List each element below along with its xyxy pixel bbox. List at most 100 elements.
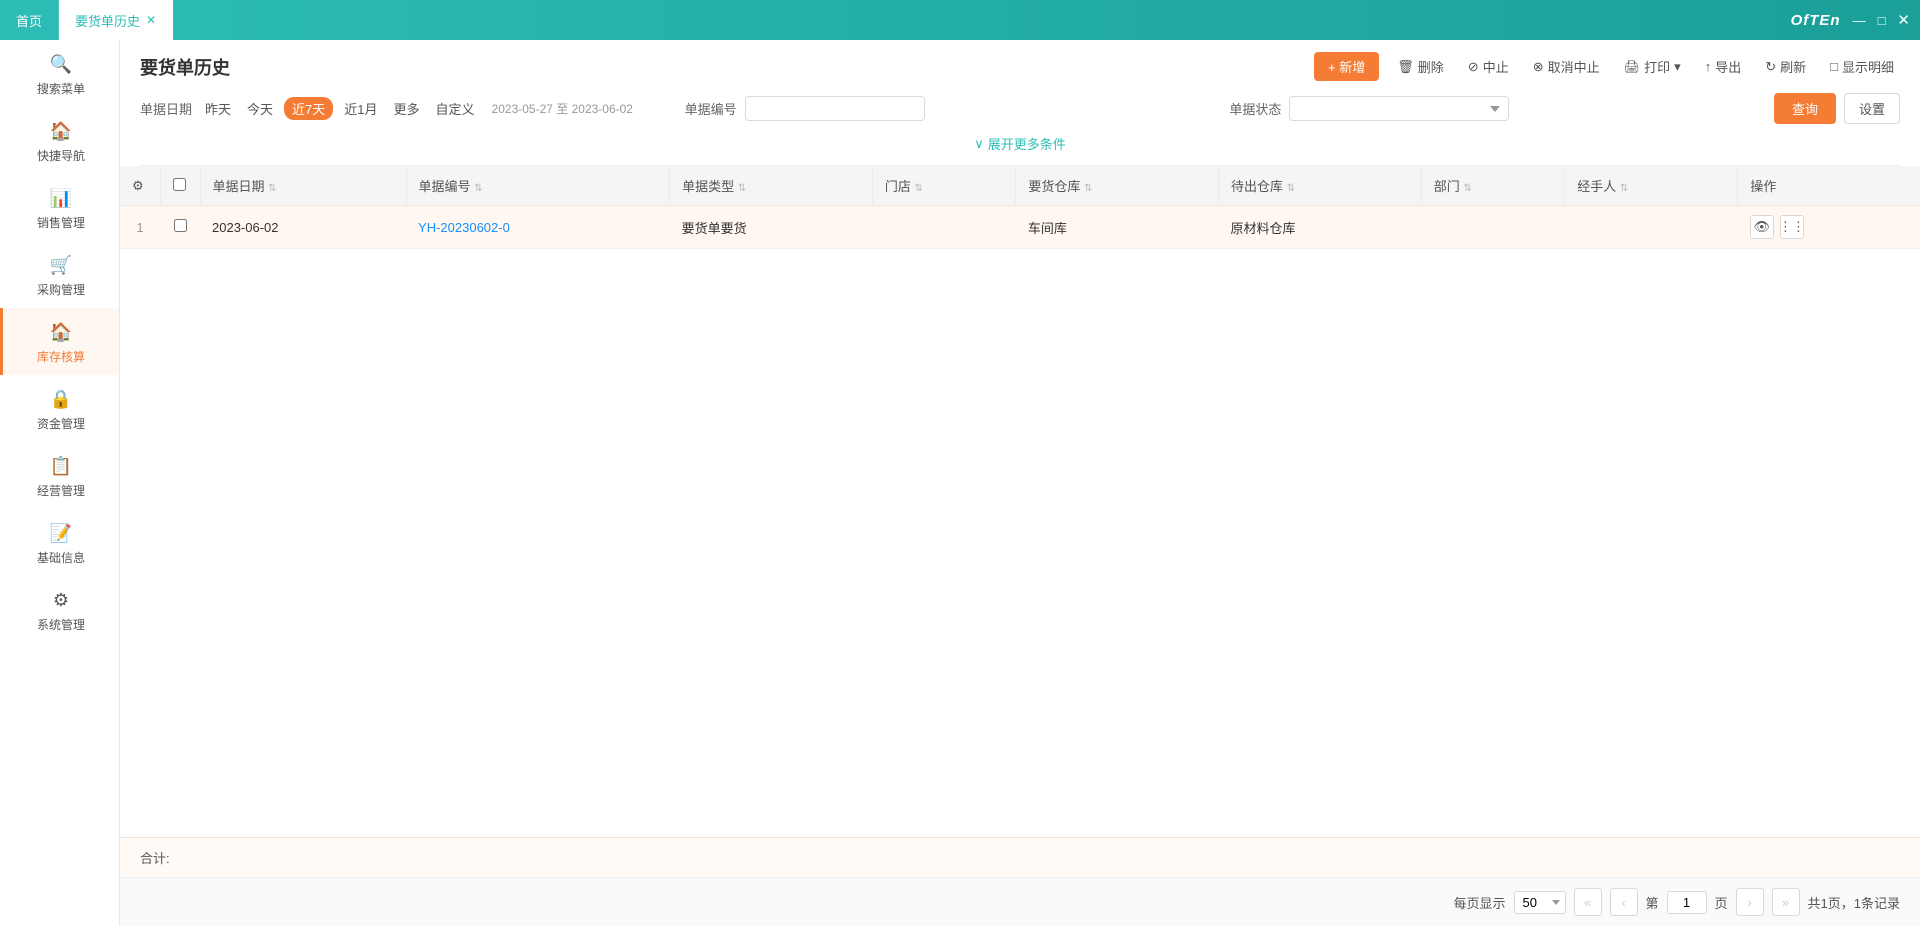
sidebar-item-label-operations: 经营管理 [37, 482, 85, 499]
table-header: ⚙ 单据日期 ⇅ 单据编号 ⇅ 单据类型 ⇅ [120, 166, 1920, 206]
date-opt-today[interactable]: 今天 [242, 97, 278, 120]
maximize-icon[interactable]: □ [1878, 13, 1886, 28]
bill-number-link[interactable]: YH-20230602-0 [418, 220, 510, 235]
prev-page-btn[interactable]: ‹ [1610, 888, 1638, 916]
row-checkbox[interactable] [174, 219, 187, 232]
th-type[interactable]: 单据类型 ⇅ [670, 166, 873, 206]
bill-number-input[interactable] [745, 96, 925, 121]
refresh-icon: ↻ [1765, 59, 1776, 75]
th-department[interactable]: 部门 ⇅ [1421, 166, 1565, 206]
expand-more-button[interactable]: ∨ 展开更多条件 [140, 134, 1900, 153]
table-row[interactable]: 1 2023-06-02 YH-20230602-0 要货单要货 车间库 原材料… [120, 206, 1920, 249]
th-date-sort-icon: ⇅ [268, 183, 276, 194]
filter-row-1: 单据日期 昨天 今天 近7天 近1月 更多 自定义 2023-05-27 至 2… [140, 93, 1900, 124]
finance-icon: 🔒 [50, 389, 72, 410]
td-store [872, 206, 1016, 249]
th-handler[interactable]: 经手人 ⇅ [1565, 166, 1738, 206]
brand-label: OfTEn [1791, 12, 1841, 29]
cancel-stop-button[interactable]: ⊗ 取消中止 [1527, 53, 1606, 80]
delete-icon: 🗑 [1397, 59, 1414, 75]
th-pending-warehouse-label: 待出仓库 [1231, 179, 1283, 194]
print-button[interactable]: 🖨 打印 ▾ [1618, 53, 1687, 80]
sidebar-item-search-menu[interactable]: 🔍 搜索菜单 [0, 40, 119, 107]
sidebar-item-label-basic-info: 基础信息 [37, 549, 85, 566]
show-detail-button[interactable]: □ 显示明细 [1824, 53, 1900, 80]
bill-status-label: 单据状态 [1229, 99, 1281, 118]
stop-icon: ⊘ [1468, 59, 1479, 75]
date-opt-more[interactable]: 更多 [389, 97, 425, 120]
th-date[interactable]: 单据日期 ⇅ [200, 166, 406, 206]
settings-button[interactable]: 设置 [1844, 93, 1900, 124]
td-handler [1565, 206, 1738, 249]
td-index: 1 [120, 206, 160, 249]
date-opt-yesterday[interactable]: 昨天 [200, 97, 236, 120]
stop-button[interactable]: ⊘ 中止 [1462, 53, 1515, 80]
sidebar-item-sales[interactable]: 📊 销售管理 [0, 174, 119, 241]
summary-row: 合计: [120, 837, 1920, 877]
search-menu-icon: 🔍 [50, 54, 72, 75]
table-body: 1 2023-06-02 YH-20230602-0 要货单要货 车间库 原材料… [120, 206, 1920, 249]
cancel-stop-icon: ⊗ [1533, 59, 1544, 75]
first-page-btn[interactable]: « [1574, 888, 1602, 916]
sidebar-item-label-sales: 销售管理 [37, 214, 85, 231]
page-suffix: 页 [1715, 893, 1728, 912]
add-button[interactable]: + 新增 [1314, 52, 1379, 81]
page-header: 要货单历史 + 新增 🗑 删除 ⊘ 中止 ⊗ 取消中止 [120, 40, 1920, 166]
refresh-button-label: 刷新 [1780, 57, 1806, 76]
th-action: 操作 [1738, 166, 1920, 206]
th-type-label: 单据类型 [682, 179, 734, 194]
inventory-icon: 🏠 [50, 322, 72, 343]
sidebar-item-label-finance: 资金管理 [37, 415, 85, 432]
sidebar-item-finance[interactable]: 🔒 资金管理 [0, 375, 119, 442]
table-footer: 每页显示 50 20 100 « ‹ 第 页 › » 共1页，1条记录 [120, 877, 1920, 926]
th-number[interactable]: 单据编号 ⇅ [406, 166, 670, 206]
th-handler-sort-icon: ⇅ [1620, 183, 1628, 194]
td-checkbox[interactable] [160, 206, 200, 249]
td-action: 👁 ⋮⋮ [1738, 206, 1920, 249]
delete-button[interactable]: 🗑 删除 [1391, 53, 1450, 80]
tab-requisition-history[interactable]: 要货单历史 ✕ [59, 0, 173, 40]
date-opt-last7days[interactable]: 近7天 [284, 97, 333, 120]
purchase-icon: 🛒 [50, 255, 72, 276]
export-button[interactable]: ↑ 导出 [1699, 53, 1748, 80]
bill-status-select[interactable] [1289, 96, 1509, 121]
top-bar-right: OfTEn — □ ✕ [1791, 11, 1910, 29]
print-button-label: 打印 [1644, 57, 1670, 76]
tab-home[interactable]: 首页 [0, 0, 59, 40]
filter-bar: 单据日期 昨天 今天 近7天 近1月 更多 自定义 2023-05-27 至 2… [140, 93, 1900, 166]
more-action-btn[interactable]: ⋮⋮ [1780, 215, 1804, 239]
query-button[interactable]: 查询 [1774, 93, 1836, 124]
next-page-btn[interactable]: › [1736, 888, 1764, 916]
date-opt-custom[interactable]: 自定义 [431, 97, 480, 120]
td-pending-warehouse: 原材料仓库 [1219, 206, 1422, 249]
per-page-select[interactable]: 50 20 100 [1514, 891, 1566, 914]
select-all-checkbox[interactable] [173, 178, 186, 191]
expand-more-label: 展开更多条件 [988, 134, 1066, 153]
view-icon: 👁 [1754, 219, 1771, 235]
sidebar-item-system[interactable]: ⚙ 系统管理 [0, 576, 119, 643]
refresh-button[interactable]: ↻ 刷新 [1759, 53, 1812, 80]
top-bar: 首页 要货单历史 ✕ OfTEn — □ ✕ [0, 0, 1920, 40]
sidebar-item-purchase[interactable]: 🛒 采购管理 [0, 241, 119, 308]
expand-chevron-icon: ∨ [974, 136, 984, 152]
sidebar-item-label-system: 系统管理 [37, 616, 85, 633]
settings-button-label: 设置 [1859, 99, 1885, 118]
minimize-icon[interactable]: — [1853, 13, 1866, 28]
th-store[interactable]: 门店 ⇅ [872, 166, 1016, 206]
page-input[interactable] [1667, 891, 1707, 914]
date-options: 昨天 今天 近7天 近1月 更多 自定义 [200, 97, 480, 120]
date-opt-last1month[interactable]: 近1月 [339, 97, 382, 120]
sidebar-item-quick-nav[interactable]: 🏠 快捷导航 [0, 107, 119, 174]
td-department [1421, 206, 1565, 249]
window-close-icon[interactable]: ✕ [1897, 11, 1910, 29]
th-settings[interactable]: ⚙ [120, 166, 160, 206]
th-pending-warehouse[interactable]: 待出仓库 ⇅ [1219, 166, 1422, 206]
th-checkbox[interactable] [160, 166, 200, 206]
tab-close-icon[interactable]: ✕ [146, 13, 156, 27]
sidebar-item-basic-info[interactable]: 📝 基础信息 [0, 509, 119, 576]
sidebar-item-inventory[interactable]: 🏠 库存核算 [0, 308, 119, 375]
last-page-btn[interactable]: » [1772, 888, 1800, 916]
sidebar-item-operations[interactable]: 📋 经营管理 [0, 442, 119, 509]
view-action-btn[interactable]: 👁 [1750, 215, 1774, 239]
th-req-warehouse[interactable]: 要货仓库 ⇅ [1016, 166, 1219, 206]
